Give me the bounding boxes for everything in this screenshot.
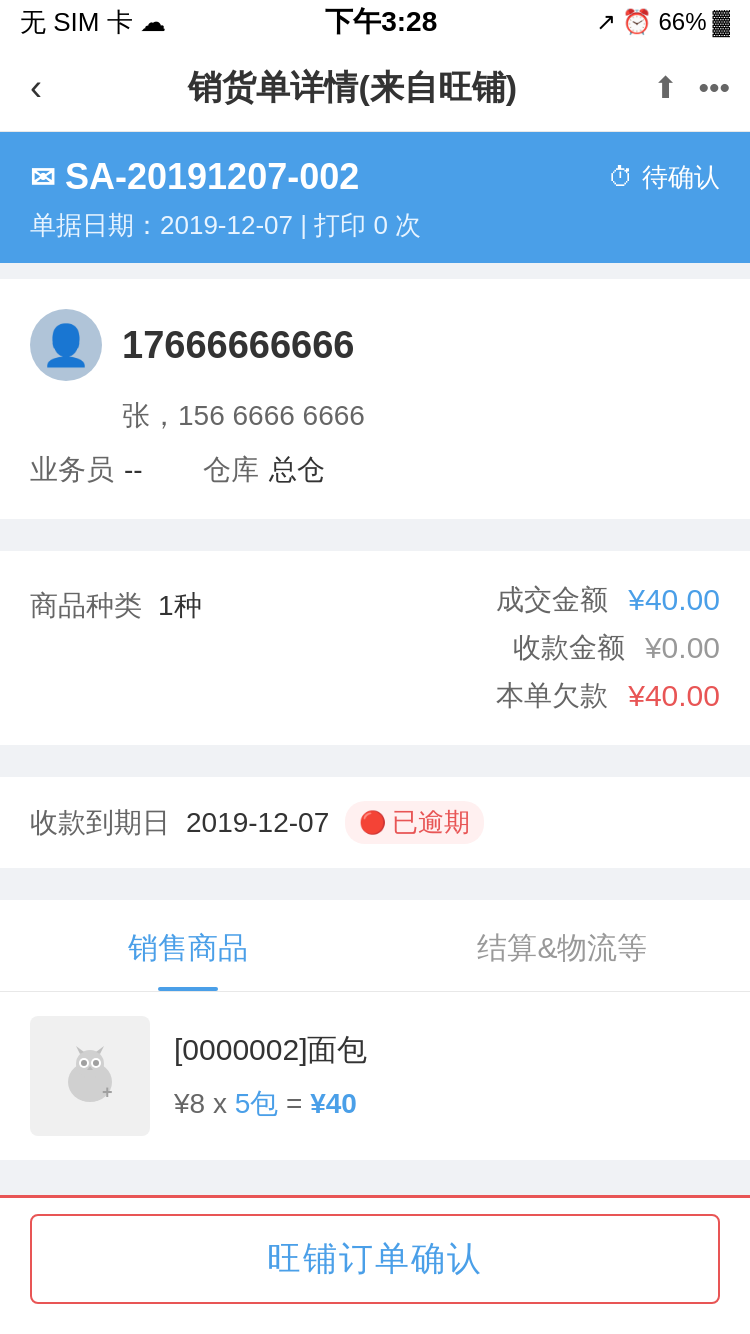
nav-actions: ⬆ ••• — [653, 70, 730, 105]
location-icon: ↗ — [596, 8, 616, 36]
status-clock-icon: ⏱ — [608, 162, 634, 193]
back-button[interactable]: ‹ — [20, 57, 52, 119]
divider-3 — [0, 868, 750, 884]
customer-section: 👤 17666666666 张，156 6666 6666 业务员 -- 仓库 … — [0, 279, 750, 519]
battery-level: 66% — [658, 8, 706, 36]
warehouse-item: 仓库 总仓 — [203, 451, 325, 489]
nav-bar: ‹ 销货单详情(来自旺铺) ⬆ ••• — [0, 44, 750, 132]
due-amount-row: 本单欠款 ¥40.00 — [496, 677, 720, 715]
avatar-icon: 👤 — [41, 322, 91, 369]
product-info: [0000002]面包 ¥8 x 5包 = ¥40 — [174, 1030, 720, 1123]
product-image: + — [30, 1016, 150, 1136]
goods-type-value: 1种 — [158, 587, 202, 625]
order-status: ⏱ 待确认 — [608, 160, 720, 195]
product-item: + [0000002]面包 ¥8 x 5包 = ¥40 — [0, 992, 750, 1160]
goods-type-label: 商品种类 — [30, 587, 142, 625]
status-time: 下午3:28 — [325, 3, 437, 41]
due-amount-label: 本单欠款 — [496, 677, 608, 715]
due-date-section: 收款到期日 2019-12-07 🔴 已逾期 — [0, 777, 750, 868]
order-id: ✉ SA-20191207-002 — [30, 156, 359, 198]
receive-amount-label: 收款金额 — [513, 629, 625, 667]
svg-text:+: + — [102, 1082, 113, 1102]
overdue-text: 已逾期 — [392, 805, 470, 840]
battery-icon: ▓ — [713, 8, 731, 36]
svg-point-6 — [81, 1060, 87, 1066]
tab-sales-goods[interactable]: 销售商品 — [0, 900, 375, 991]
page-title: 销货单详情(来自旺铺) — [52, 65, 653, 111]
receive-amount-row: 收款金额 ¥0.00 — [513, 629, 720, 667]
status-right: ↗ ⏰ 66% ▓ — [596, 8, 730, 36]
more-icon[interactable]: ••• — [698, 71, 730, 105]
deal-amount-row: 成交金额 ¥40.00 — [496, 581, 720, 619]
share-icon[interactable]: ⬆ — [653, 70, 678, 105]
sim-status: 无 SIM 卡 ☁ — [20, 5, 166, 40]
order-header-card: ✉ SA-20191207-002 ⏱ 待确认 单据日期：2019-12-07 … — [0, 132, 750, 263]
deal-amount-value: ¥40.00 — [628, 583, 720, 617]
customer-name: 张，156 6666 6666 — [30, 397, 720, 435]
product-equals: = — [278, 1088, 310, 1119]
status-left: 无 SIM 卡 ☁ — [20, 5, 166, 40]
product-name: [0000002]面包 — [174, 1030, 720, 1071]
tabs-header: 销售商品 结算&物流等 — [0, 900, 750, 992]
svg-point-7 — [93, 1060, 99, 1066]
due-amount-value: ¥40.00 — [628, 679, 720, 713]
tabs-section: 销售商品 结算&物流等 + — [0, 900, 750, 1160]
alarm-icon: ⏰ — [622, 8, 652, 36]
product-price-text: ¥8 x — [174, 1088, 235, 1119]
sales-rep-item: 业务员 -- — [30, 451, 143, 489]
product-quantity: 5包 — [235, 1088, 279, 1119]
goods-type: 商品种类 1种 — [30, 581, 202, 625]
amount-list: 成交金额 ¥40.00 收款金额 ¥0.00 本单欠款 ¥40.00 — [496, 581, 720, 715]
customer-phone: 17666666666 — [122, 324, 354, 367]
confirm-order-button[interactable]: 旺铺订单确认 — [30, 1214, 720, 1304]
bottom-bar: 旺铺订单确认 — [0, 1195, 750, 1334]
avatar: 👤 — [30, 309, 102, 381]
warehouse-label: 仓库 — [203, 451, 259, 489]
overdue-badge: 🔴 已逾期 — [345, 801, 484, 844]
overdue-icon: 🔴 — [359, 810, 386, 836]
due-date-label: 收款到期日 — [30, 804, 170, 842]
status-bar: 无 SIM 卡 ☁ 下午3:28 ↗ ⏰ 66% ▓ — [0, 0, 750, 44]
order-icon: ✉ — [30, 160, 55, 195]
product-total: ¥40 — [310, 1088, 357, 1119]
divider-2 — [0, 745, 750, 761]
due-date-value: 2019-12-07 — [186, 807, 329, 839]
tab-settlement[interactable]: 结算&物流等 — [375, 900, 750, 991]
divider-1 — [0, 519, 750, 535]
receive-amount-value: ¥0.00 — [645, 631, 720, 665]
product-image-owl: + — [50, 1046, 130, 1106]
sales-rep-value: -- — [124, 454, 143, 486]
product-price-row: ¥8 x 5包 = ¥40 — [174, 1085, 720, 1123]
deal-amount-label: 成交金额 — [496, 581, 608, 619]
customer-meta: 业务员 -- 仓库 总仓 — [30, 451, 720, 489]
amount-section: 商品种类 1种 成交金额 ¥40.00 收款金额 ¥0.00 本单欠款 ¥40.… — [0, 551, 750, 745]
warehouse-value: 总仓 — [269, 451, 325, 489]
sales-rep-label: 业务员 — [30, 451, 114, 489]
customer-row: 👤 17666666666 — [30, 309, 720, 381]
order-id-text: SA-20191207-002 — [65, 156, 359, 198]
order-date: 单据日期：2019-12-07 | 打印 0 次 — [30, 208, 720, 243]
status-text: 待确认 — [642, 160, 720, 195]
order-id-row: ✉ SA-20191207-002 ⏱ 待确认 — [30, 156, 720, 198]
